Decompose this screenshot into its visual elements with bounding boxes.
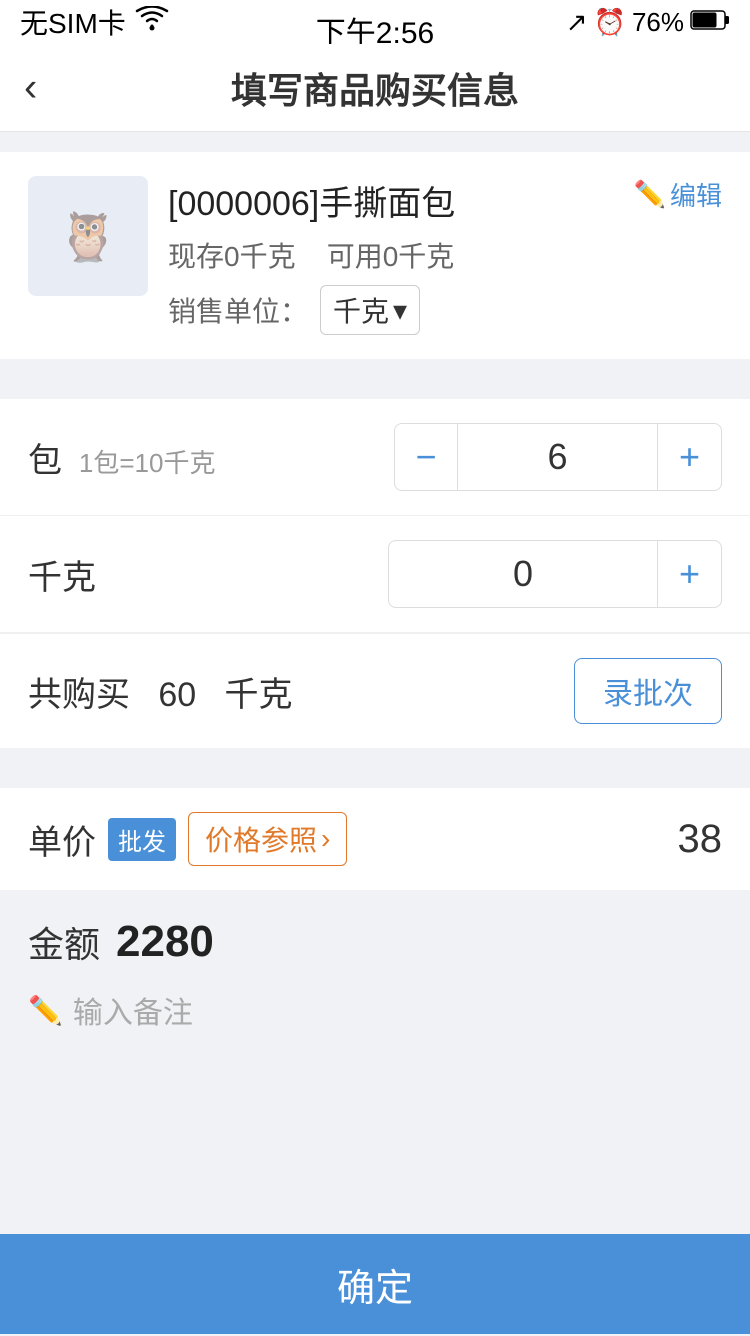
unit-label: 销售单位： bbox=[168, 290, 308, 330]
product-thumbnail: 🦉 bbox=[28, 176, 148, 296]
price-value: 38 bbox=[678, 817, 723, 862]
product-logo: 🦉 bbox=[58, 208, 118, 265]
bao-label-group: 包 1包=10千克 bbox=[28, 433, 215, 482]
summary-prefix: 共购买 bbox=[28, 676, 130, 714]
kg-qty-input[interactable] bbox=[388, 540, 658, 608]
product-unit-row: 销售单位： 千克 ▾ bbox=[168, 285, 722, 335]
edit-label: 编辑 bbox=[670, 176, 722, 213]
separator-1 bbox=[0, 359, 750, 379]
bao-conversion: 1包=10千克 bbox=[79, 448, 216, 478]
available-text: 可用0千克 bbox=[327, 241, 455, 272]
product-info: [0000006]手撕面包 ✏️ 编辑 现存0千克 可用0千克 销售单位： 千克… bbox=[168, 176, 722, 335]
kg-label: 千克 bbox=[28, 559, 96, 597]
page-title: 填写商品购买信息 bbox=[231, 62, 519, 114]
back-button[interactable]: ‹ bbox=[24, 65, 37, 110]
separator-2 bbox=[0, 748, 750, 768]
wifi-icon bbox=[134, 6, 170, 39]
status-carrier: 无SIM卡 bbox=[20, 2, 170, 42]
edit-icon: ✏️ bbox=[634, 179, 666, 210]
bao-qty-input[interactable] bbox=[458, 423, 658, 491]
amount-label: 金额 bbox=[28, 916, 100, 968]
remark-icon: ✏️ bbox=[28, 994, 63, 1027]
location-icon: ↗ bbox=[566, 7, 588, 38]
alarm-icon: ⏰ bbox=[594, 7, 626, 38]
status-right: ↗ ⏰ 76% bbox=[566, 7, 730, 38]
product-name: [0000006]手撕面包 bbox=[168, 176, 455, 225]
kg-qty-control: + bbox=[388, 540, 722, 608]
bao-input-row: 包 1包=10千克 − + bbox=[0, 399, 750, 516]
unit-value: 千克 bbox=[333, 290, 389, 330]
price-row: 单价 批发 价格参照 › 38 bbox=[28, 812, 722, 866]
bao-plus-button[interactable]: + bbox=[658, 423, 722, 491]
battery-icon bbox=[690, 7, 730, 38]
product-id: [0000006] bbox=[168, 185, 319, 223]
remark-row[interactable]: ✏️ 输入备注 bbox=[28, 988, 722, 1032]
price-label-group: 单价 批发 价格参照 › bbox=[28, 812, 347, 866]
dropdown-icon: ▾ bbox=[393, 294, 407, 327]
status-bar: 无SIM卡 下午2:56 ↗ ⏰ 76% bbox=[0, 0, 750, 44]
stock-text: 现存0千克 bbox=[168, 241, 296, 272]
price-label: 单价 bbox=[28, 815, 96, 864]
summary-unit: 千克 bbox=[225, 676, 293, 714]
price-ref-arrow: › bbox=[321, 823, 330, 855]
input-section: 包 1包=10千克 − + 千克 + 共购买 60 千克 录批次 bbox=[0, 399, 750, 748]
kg-plus-button[interactable]: + bbox=[658, 540, 722, 608]
bao-minus-button[interactable]: − bbox=[394, 423, 458, 491]
confirm-button[interactable]: 确定 bbox=[0, 1234, 750, 1334]
battery-text: 76% bbox=[632, 7, 684, 38]
price-ref-label: 价格参照 bbox=[205, 819, 317, 859]
product-header-row: [0000006]手撕面包 ✏️ 编辑 bbox=[168, 176, 722, 235]
amount-row: 金额 2280 bbox=[28, 916, 722, 968]
product-stock: 现存0千克 可用0千克 bbox=[168, 235, 722, 275]
price-ref-button[interactable]: 价格参照 › bbox=[188, 812, 347, 866]
amount-value: 2280 bbox=[116, 917, 214, 967]
batch-button[interactable]: 录批次 bbox=[574, 658, 722, 724]
edit-button[interactable]: ✏️ 编辑 bbox=[634, 176, 722, 213]
amount-section: 金额 2280 ✏️ 输入备注 bbox=[0, 892, 750, 1056]
product-title: 手撕面包 bbox=[319, 185, 455, 223]
kg-label-group: 千克 bbox=[28, 550, 96, 599]
summary-qty: 60 bbox=[158, 676, 196, 714]
price-tag: 批发 bbox=[108, 818, 176, 861]
summary-row: 共购买 60 千克 录批次 bbox=[0, 633, 750, 748]
kg-input-row: 千克 + bbox=[0, 516, 750, 633]
product-card: 🦉 [0000006]手撕面包 ✏️ 编辑 现存0千克 可用0千克 销售单位： … bbox=[0, 152, 750, 359]
carrier-text: 无SIM卡 bbox=[20, 2, 126, 42]
summary-text: 共购买 60 千克 bbox=[28, 667, 293, 716]
unit-select[interactable]: 千克 ▾ bbox=[320, 285, 420, 335]
nav-bar: ‹ 填写商品购买信息 bbox=[0, 44, 750, 132]
price-section: 单价 批发 价格参照 › 38 bbox=[0, 788, 750, 890]
bao-label: 包 bbox=[28, 442, 62, 480]
bao-qty-control: − + bbox=[394, 423, 722, 491]
remark-placeholder: 输入备注 bbox=[73, 988, 193, 1032]
